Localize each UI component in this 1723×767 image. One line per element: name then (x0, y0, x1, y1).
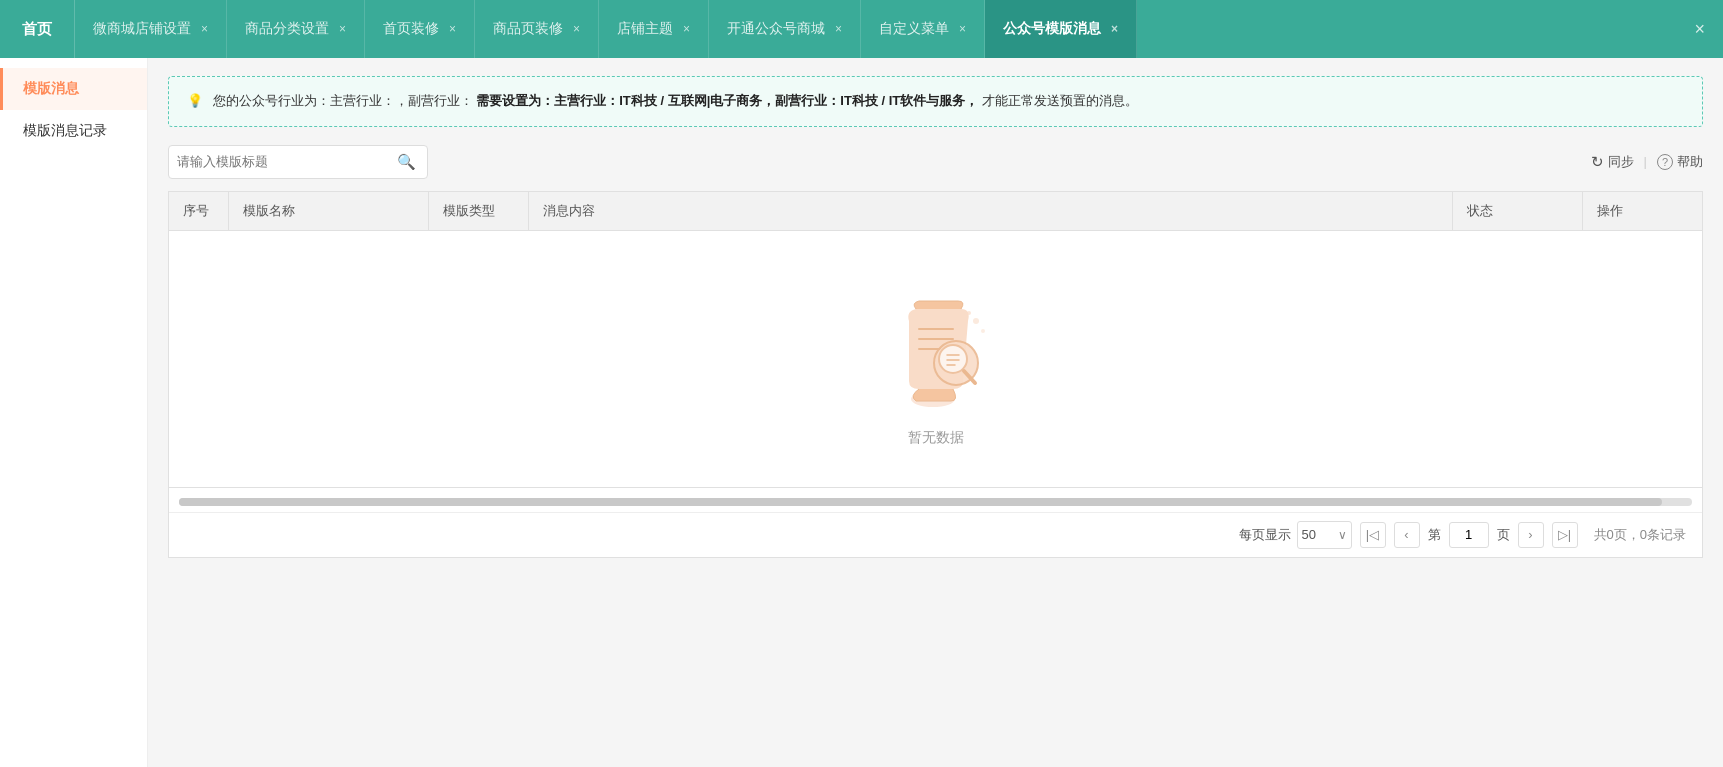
per-page-label: 每页显示 (1239, 526, 1291, 544)
top-navigation: 首页 微商城店铺设置 × 商品分类设置 × 首页装修 × 商品页装修 × 店铺主… (0, 0, 1723, 58)
toolbar-divider: | (1644, 154, 1647, 169)
search-input-wrap[interactable]: 🔍 (168, 145, 428, 179)
sidebar-item-label: 模版消息 (23, 80, 79, 96)
first-page-button[interactable]: |◁ (1360, 522, 1386, 548)
close-tab-icon[interactable]: × (573, 22, 580, 36)
col-header-index: 序号 (169, 191, 229, 230)
nav-tab-label: 商品分类设置 (245, 20, 329, 38)
nav-tab-template-msg[interactable]: 公众号模版消息 × (985, 0, 1137, 58)
content-area: 💡 您的公众号行业为：主营行业：，副营行业： 需要设置为：主营行业：IT科技 /… (148, 58, 1723, 767)
sidebar-item-template-message[interactable]: 模版消息 (0, 68, 147, 110)
scrollbar-thumb[interactable] (179, 498, 1662, 506)
help-button[interactable]: ? 帮助 (1657, 153, 1703, 171)
notice-highlight-text: 需要设置为：主营行业：IT科技 / 互联网|电子商务，副营行业：IT科技 / I… (476, 93, 978, 108)
svg-point-5 (939, 345, 967, 373)
col-header-content: 消息内容 (529, 191, 1453, 230)
table-container: 序号 模版名称 模版类型 消息内容 状态 (168, 191, 1703, 558)
last-page-button[interactable]: ▷| (1552, 522, 1578, 548)
sync-button[interactable]: ↻ 同步 (1591, 153, 1634, 171)
nav-tab-label: 店铺主题 (617, 20, 673, 38)
svg-point-11 (981, 329, 985, 333)
data-table: 序号 模版名称 模版类型 消息内容 状态 (168, 191, 1703, 488)
notice-icon: 💡 (187, 93, 203, 108)
close-tab-icon[interactable]: × (683, 22, 690, 36)
col-header-action: 操作 (1583, 191, 1703, 230)
per-page-chevron-icon: ∨ (1338, 528, 1347, 542)
sidebar: 模版消息 模版消息记录 (0, 58, 148, 767)
empty-state: 暂无数据 (169, 231, 1702, 487)
pagination: 每页显示 50 ∨ |◁ ‹ 第 页 (169, 512, 1702, 557)
help-icon: ? (1657, 154, 1673, 170)
main-layout: 模版消息 模版消息记录 💡 您的公众号行业为：主营行业：，副营行业： 需要设置为… (0, 58, 1723, 767)
col-header-status: 状态 (1453, 191, 1583, 230)
total-info: 共0页，0条记录 (1594, 526, 1686, 544)
horizontal-scrollbar[interactable] (179, 498, 1692, 506)
close-tab-icon[interactable]: × (339, 22, 346, 36)
search-bar: 🔍 ↻ 同步 | ? 帮助 (168, 145, 1703, 179)
sync-icon: ↻ (1591, 153, 1604, 171)
nav-tab-label: 微商城店铺设置 (93, 20, 191, 38)
close-tab-icon[interactable]: × (959, 22, 966, 36)
last-page-icon: ▷| (1558, 527, 1571, 542)
page-number-input[interactable] (1449, 522, 1489, 548)
page-label-after: 页 (1497, 526, 1510, 544)
notice-prefix-text: 您的公众号行业为：主营行业：，副营行业： (213, 93, 473, 108)
nav-tab-label: 自定义菜单 (879, 20, 949, 38)
nav-tab-label: 首页装修 (383, 20, 439, 38)
toolbar-right: ↻ 同步 | ? 帮助 (1591, 153, 1703, 171)
nav-tab-shop-theme[interactable]: 店铺主题 × (599, 0, 709, 58)
col-header-type: 模版类型 (429, 191, 529, 230)
search-icon[interactable]: 🔍 (397, 153, 416, 171)
nav-tab-product-decor[interactable]: 商品页装修 × (475, 0, 599, 58)
notice-box: 💡 您的公众号行业为：主营行业：，副营行业： 需要设置为：主营行业：IT科技 /… (168, 76, 1703, 127)
first-page-icon: |◁ (1366, 527, 1379, 542)
sidebar-item-template-record[interactable]: 模版消息记录 (0, 110, 147, 152)
svg-point-12 (967, 311, 971, 315)
per-page-wrap: 每页显示 50 ∨ (1239, 521, 1352, 549)
close-tab-icon[interactable]: × (1111, 22, 1118, 36)
notice-suffix-text: 才能正常发送预置的消息。 (982, 93, 1138, 108)
help-label: 帮助 (1677, 153, 1703, 171)
close-tab-icon[interactable]: × (201, 22, 208, 36)
svg-point-10 (973, 318, 979, 324)
sidebar-item-label: 模版消息记录 (23, 122, 107, 138)
next-page-icon: › (1528, 527, 1532, 542)
close-all-icon: × (1694, 19, 1705, 40)
empty-row: 暂无数据 (169, 230, 1703, 487)
nav-home[interactable]: 首页 (0, 0, 75, 58)
prev-page-icon: ‹ (1404, 527, 1408, 542)
nav-home-label: 首页 (22, 20, 52, 39)
nav-tab-product-category[interactable]: 商品分类设置 × (227, 0, 365, 58)
scrollbar-area: 每页显示 50 ∨ |◁ ‹ 第 页 (168, 488, 1703, 558)
nav-tab-wechat-shop[interactable]: 微商城店铺设置 × (75, 0, 227, 58)
next-page-button[interactable]: › (1518, 522, 1544, 548)
nav-tab-label: 公众号模版消息 (1003, 20, 1101, 38)
nav-tab-label: 商品页装修 (493, 20, 563, 38)
close-tab-icon[interactable]: × (835, 22, 842, 36)
nav-tab-custom-menu[interactable]: 自定义菜单 × (861, 0, 985, 58)
sync-label: 同步 (1608, 153, 1634, 171)
page-label-before: 第 (1428, 526, 1441, 544)
nav-tab-open-mall[interactable]: 开通公众号商城 × (709, 0, 861, 58)
close-tab-icon[interactable]: × (449, 22, 456, 36)
table-header-row: 序号 模版名称 模版类型 消息内容 状态 (169, 191, 1703, 230)
empty-state-text: 暂无数据 (908, 429, 964, 447)
empty-state-icon (881, 291, 991, 411)
prev-page-button[interactable]: ‹ (1394, 522, 1420, 548)
close-all-button[interactable]: × (1676, 0, 1723, 58)
per-page-value: 50 (1302, 527, 1316, 542)
nav-tab-label: 开通公众号商城 (727, 20, 825, 38)
search-input[interactable] (177, 154, 397, 169)
per-page-select[interactable]: 50 ∨ (1297, 521, 1352, 549)
col-header-name: 模版名称 (229, 191, 429, 230)
nav-tab-home-decor[interactable]: 首页装修 × (365, 0, 475, 58)
